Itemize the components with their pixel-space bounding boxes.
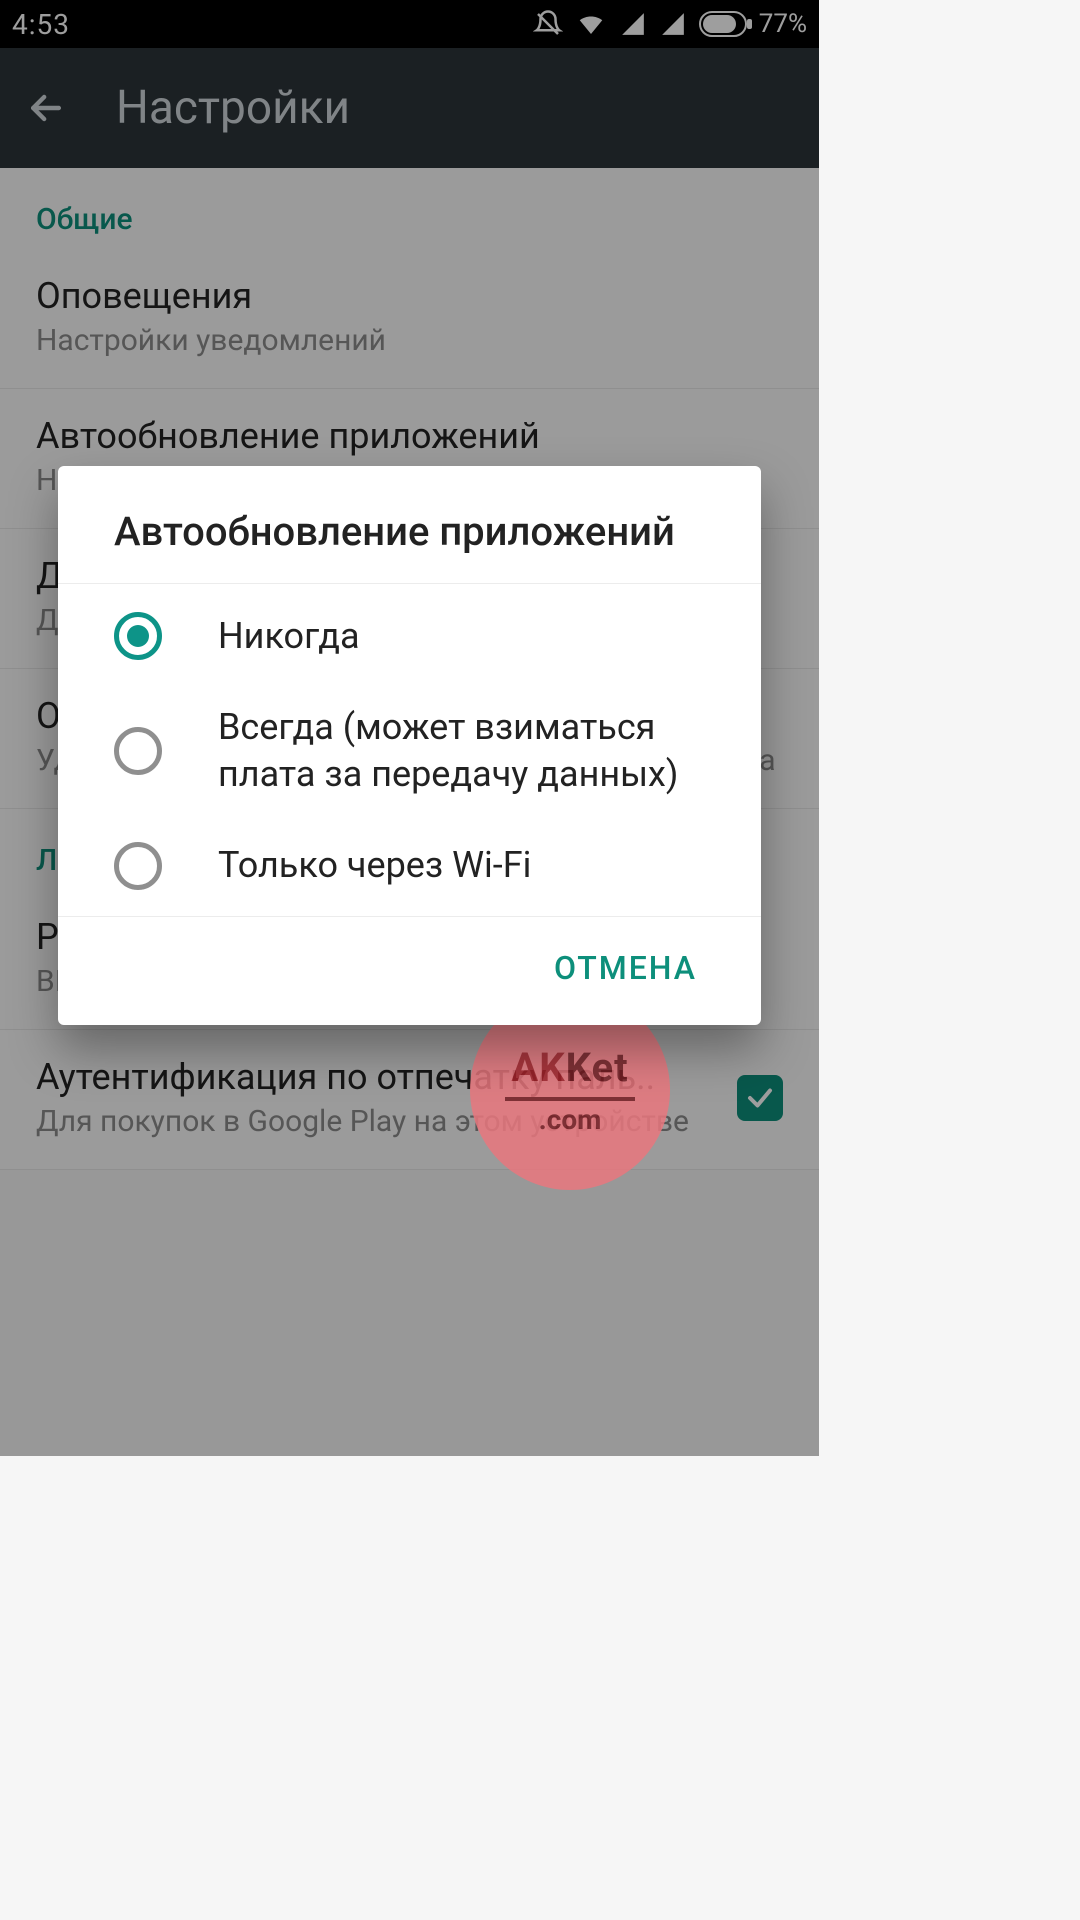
autoupdate-dialog: Автообновление приложений Никогда Всегда… (58, 466, 761, 1025)
option-never[interactable]: Никогда (58, 590, 761, 682)
dialog-title: Автообновление приложений (58, 466, 761, 584)
option-label: Никогда (218, 613, 360, 660)
cancel-button[interactable]: ОТМЕНА (546, 937, 705, 999)
radio-checked-icon (114, 612, 162, 660)
wm-text-2: .com (539, 1103, 602, 1136)
dialog-options: Никогда Всегда (может взиматься плата за… (58, 584, 761, 917)
option-label: Только через Wi-Fi (218, 842, 531, 889)
option-always[interactable]: Всегда (может взиматься плата за передач… (58, 682, 761, 820)
radio-unchecked-icon (114, 842, 162, 890)
option-label: Всегда (может взиматься плата за передач… (218, 704, 705, 798)
wm-text-1a: AK (511, 1044, 565, 1091)
dialog-actions: ОТМЕНА (58, 917, 761, 1025)
option-wifi-only[interactable]: Только через Wi-Fi (58, 820, 761, 912)
radio-unchecked-icon (114, 727, 162, 775)
wm-text-1b: Ket (566, 1044, 629, 1091)
